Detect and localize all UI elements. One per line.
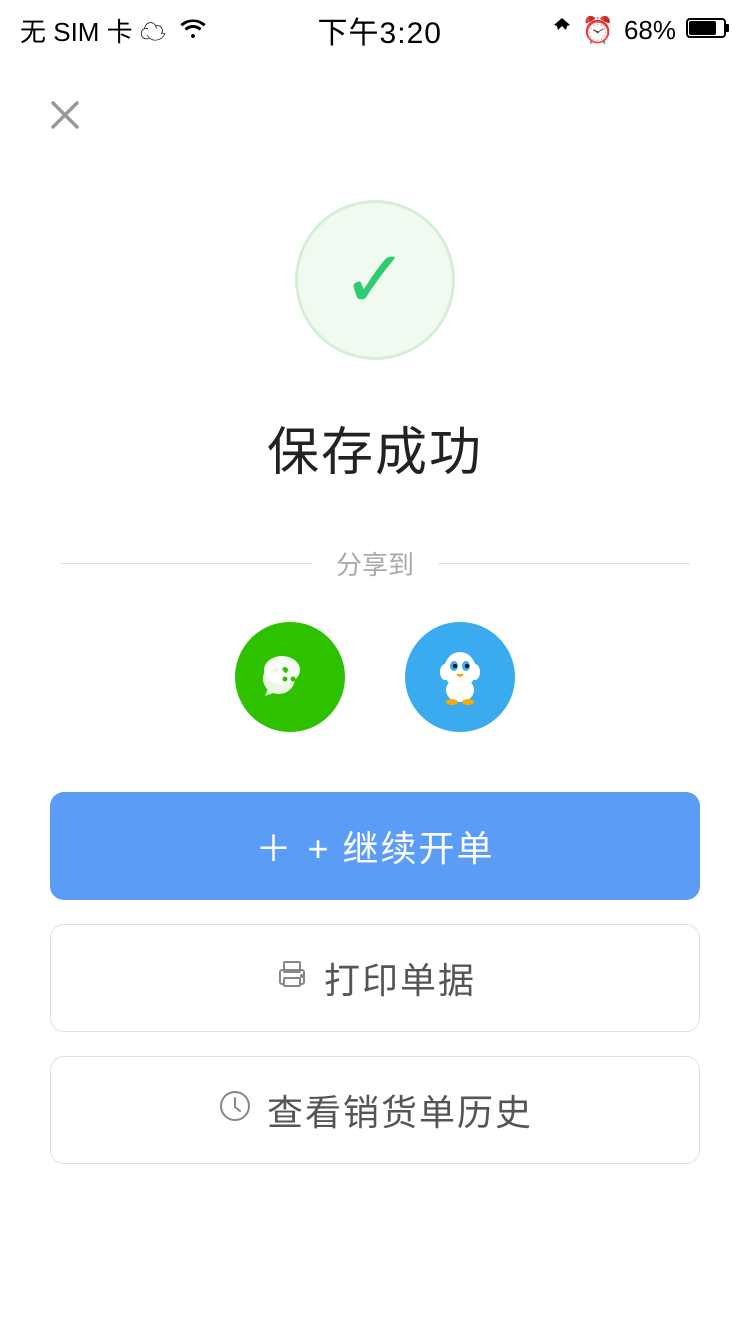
- buttons-section: ＋ + 继续开单 打印单据 查看销货单历: [0, 732, 750, 1164]
- status-bar: 无 SIM 卡 ☁ 下午3:20 ⏰ 68%: [0, 0, 750, 60]
- share-icons-row: [235, 622, 515, 732]
- divider-right: [438, 563, 690, 564]
- status-time: 下午3:20: [318, 8, 442, 52]
- battery-icon: [686, 15, 730, 46]
- wifi-icon: [178, 15, 208, 46]
- history-icon: [217, 1088, 253, 1133]
- close-button[interactable]: [40, 90, 90, 140]
- share-divider-row: 分享到: [0, 545, 750, 582]
- signal-text: 无 SIM 卡 ☁: [20, 12, 166, 49]
- alarm-icon: ⏰: [582, 15, 614, 46]
- print-icon: [274, 956, 310, 1001]
- location-icon: [552, 15, 572, 46]
- status-left: 无 SIM 卡 ☁: [20, 12, 208, 49]
- print-button[interactable]: 打印单据: [50, 924, 700, 1032]
- qq-icon: [425, 642, 495, 712]
- print-label: 打印单据: [324, 952, 476, 1004]
- plus-icon: ＋: [255, 820, 293, 872]
- wechat-icon: [255, 642, 325, 712]
- share-label: 分享到: [336, 545, 414, 582]
- close-row: [0, 60, 750, 140]
- success-title: 保存成功: [267, 410, 483, 485]
- close-icon: [47, 97, 83, 133]
- success-circle: ✓: [295, 200, 455, 360]
- main-content: ✓ 保存成功 分享到: [0, 60, 750, 1334]
- battery-percent: 68%: [624, 15, 676, 46]
- continue-button[interactable]: ＋ + 继续开单: [50, 792, 700, 900]
- history-button[interactable]: 查看销货单历史: [50, 1056, 700, 1164]
- history-label: 查看销货单历史: [267, 1084, 533, 1136]
- divider-left: [60, 563, 312, 564]
- share-qq-button[interactable]: [405, 622, 515, 732]
- continue-label: + 继续开单: [307, 820, 494, 872]
- share-wechat-button[interactable]: [235, 622, 345, 732]
- checkmark-icon: ✓: [341, 240, 408, 320]
- status-right: ⏰ 68%: [552, 15, 730, 46]
